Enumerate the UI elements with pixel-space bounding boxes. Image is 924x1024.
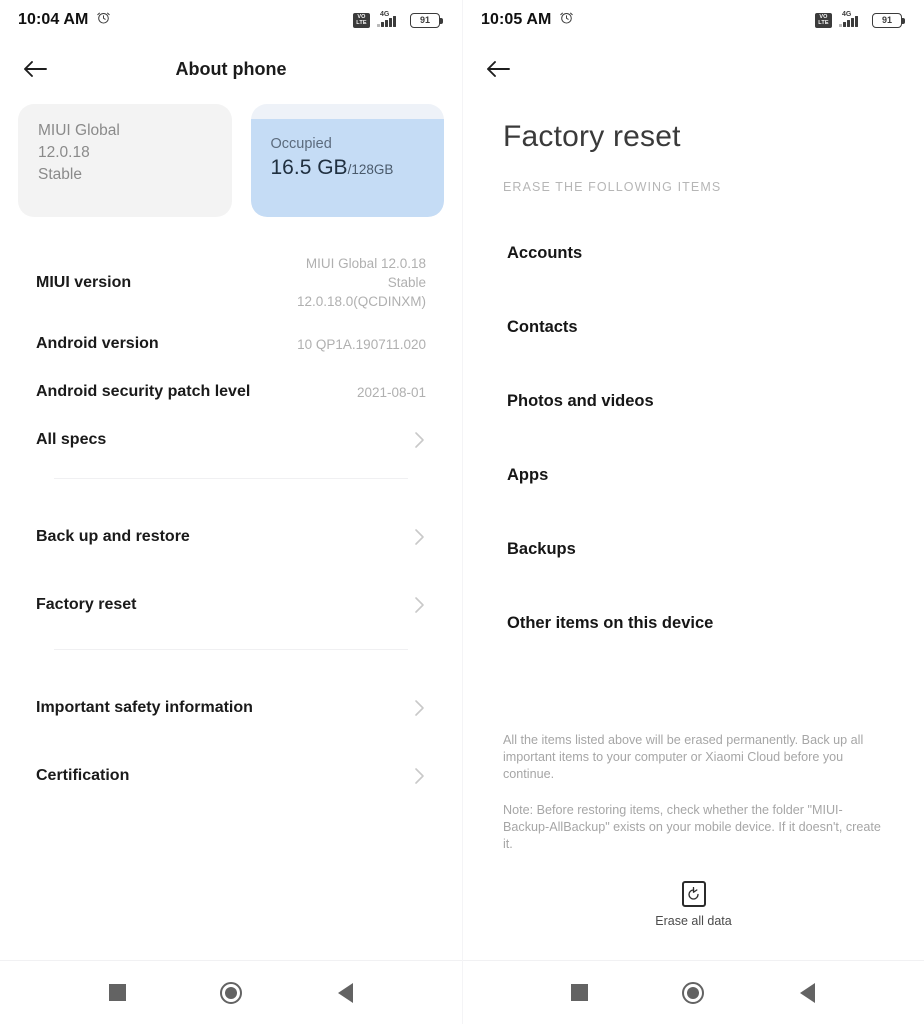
left-phone-screen: 10:04 AM VO LTE 4G 91 About phone MIUI G… [0, 0, 462, 1024]
recents-square-icon[interactable] [87, 973, 147, 1013]
footer-notes: All the items listed above will be erase… [463, 732, 924, 928]
page-title: About phone [175, 58, 287, 79]
summary-cards: MIUI Global 12.0.18 Stable Occupied 16.5… [0, 98, 462, 217]
chevron-right-icon [414, 430, 426, 450]
navigation-bar-right [463, 960, 924, 1024]
signal-bars [377, 16, 396, 27]
card-version-line1: MIUI Global [38, 122, 120, 139]
factory-reset-title: Factory reset [503, 120, 681, 153]
battery-icon: 91 [872, 12, 905, 28]
battery-icon: 91 [410, 12, 443, 28]
erase-item-label: Accounts [507, 243, 583, 262]
navigation-bar-left [0, 960, 462, 1024]
status-bar-left-group: 10:05 AM [481, 10, 574, 30]
row-security-patch[interactable]: Android security patch level 2021-08-01 [18, 368, 444, 416]
back-arrow-icon[interactable] [481, 52, 515, 86]
row-label: Back up and restore [36, 528, 190, 545]
row-label: Factory reset [36, 596, 137, 613]
storage-total-number: /128GB [347, 162, 394, 177]
home-circle-icon[interactable] [201, 973, 261, 1013]
home-circle-icon[interactable] [663, 973, 723, 1013]
row-factory-reset[interactable]: Factory reset [18, 581, 444, 629]
about-phone-list: MIUI version MIUI Global 12.0.18 Stable … [0, 245, 462, 800]
erase-item-backups[interactable]: Backups [507, 512, 924, 586]
erase-item-label: Backups [507, 539, 576, 558]
miui-version-card[interactable]: MIUI Global 12.0.18 Stable [18, 104, 232, 217]
card-version-line3: Stable [38, 166, 82, 183]
row-label: MIUI version [36, 273, 132, 291]
volte-icon: VO LTE [815, 12, 832, 28]
row-value: 2021-08-01 [356, 384, 426, 400]
back-triangle-icon[interactable] [315, 973, 375, 1013]
battery-level-label: 91 [881, 15, 892, 25]
erase-item-label: Other items on this device [507, 613, 714, 632]
row-value: 10 QP1A.190711.020 [297, 336, 426, 352]
erase-item-other-items-on-this-device[interactable]: Other items on this device [507, 586, 924, 660]
alarm-clock-icon [96, 10, 111, 30]
volte-bottom-label: LTE [818, 20, 829, 26]
storage-used-number: 16.5 GB [270, 156, 348, 179]
note-paragraph-1: All the items listed above will be erase… [503, 733, 864, 781]
row-label: Android version [36, 335, 159, 352]
row-back-up-and-restore[interactable]: Back up and restore [18, 513, 444, 561]
back-triangle-icon[interactable] [777, 973, 837, 1013]
toolbar-right [463, 40, 924, 98]
chevron-right-icon [414, 698, 426, 718]
status-bar-left: 10:04 AM VO LTE 4G 91 [0, 0, 462, 40]
erase-items-caption: ERASE THE FOLLOWING ITEMS [503, 180, 722, 194]
storage-used-value: 16.5 GB/128GB [271, 155, 394, 183]
signal-strength-icon: 4G [839, 11, 865, 28]
battery-level-label: 91 [419, 15, 430, 25]
row-android-version[interactable]: Android version 10 QP1A.190711.020 [18, 320, 444, 368]
row-miui-version[interactable]: MIUI version MIUI Global 12.0.18 Stable … [18, 245, 444, 320]
chevron-right-icon [414, 766, 426, 786]
row-label: Important safety information [36, 699, 253, 716]
dual-screenshot-container: 10:04 AM VO LTE 4G 91 About phone MIUI G… [0, 0, 924, 1024]
volte-bottom-label: LTE [356, 20, 367, 26]
status-time: 10:04 AM [18, 11, 89, 28]
storage-text-group: Occupied 16.5 GB/128GB [271, 134, 394, 183]
erase-item-label: Photos and videos [507, 391, 654, 410]
signal-strength-icon: 4G [377, 11, 403, 28]
note-paragraph-2: Note: Before restoring items, check whet… [503, 803, 881, 851]
row-all-specs[interactable]: All specs [18, 416, 444, 464]
volte-icon: VO LTE [353, 12, 370, 28]
erase-item-label: Contacts [507, 317, 578, 336]
right-phone-screen: 10:05 AM VO LTE 4G 91 Factory reset ERAS… [462, 0, 924, 1024]
signal-bars [839, 16, 858, 27]
erase-all-data-button[interactable]: Erase all data [503, 881, 884, 928]
card-version-line2: 12.0.18 [38, 144, 90, 161]
erase-items-list: Accounts Contacts Photos and videos Apps… [463, 194, 924, 660]
status-bar-right: 10:05 AM VO LTE 4G 91 [463, 0, 924, 40]
erase-item-label: Apps [507, 465, 549, 484]
storage-occupied-label: Occupied [271, 134, 394, 154]
erase-item-accounts[interactable]: Accounts [507, 216, 924, 290]
row-label: Certification [36, 767, 130, 784]
status-bar-right-group: VO LTE 4G 91 [815, 11, 905, 28]
recents-square-icon[interactable] [550, 973, 610, 1013]
reset-circle-icon [681, 881, 706, 907]
erase-item-contacts[interactable]: Contacts [507, 290, 924, 364]
erase-item-apps[interactable]: Apps [507, 438, 924, 512]
alarm-clock-icon [559, 10, 574, 30]
status-time: 10:05 AM [481, 11, 552, 28]
chevron-right-icon [414, 527, 426, 547]
toolbar-left: About phone [0, 40, 462, 98]
row-label: All specs [36, 431, 107, 448]
chevron-right-icon [414, 595, 426, 615]
status-bar-right-group: VO LTE 4G 91 [353, 11, 443, 28]
erase-all-data-label: Erase all data [655, 914, 732, 928]
erase-item-photos-and-videos[interactable]: Photos and videos [507, 364, 924, 438]
storage-occupied-text: Occupied [270, 136, 332, 152]
row-value: MIUI Global 12.0.18 Stable 12.0.18.0(QCD… [296, 256, 426, 309]
row-label: Android security patch level [36, 383, 251, 400]
row-important-safety-information[interactable]: Important safety information [18, 684, 444, 732]
storage-card[interactable]: Occupied 16.5 GB/128GB [250, 104, 444, 217]
row-certification[interactable]: Certification [18, 752, 444, 800]
status-bar-left-group: 10:04 AM [18, 10, 111, 30]
back-arrow-icon[interactable] [18, 52, 52, 86]
